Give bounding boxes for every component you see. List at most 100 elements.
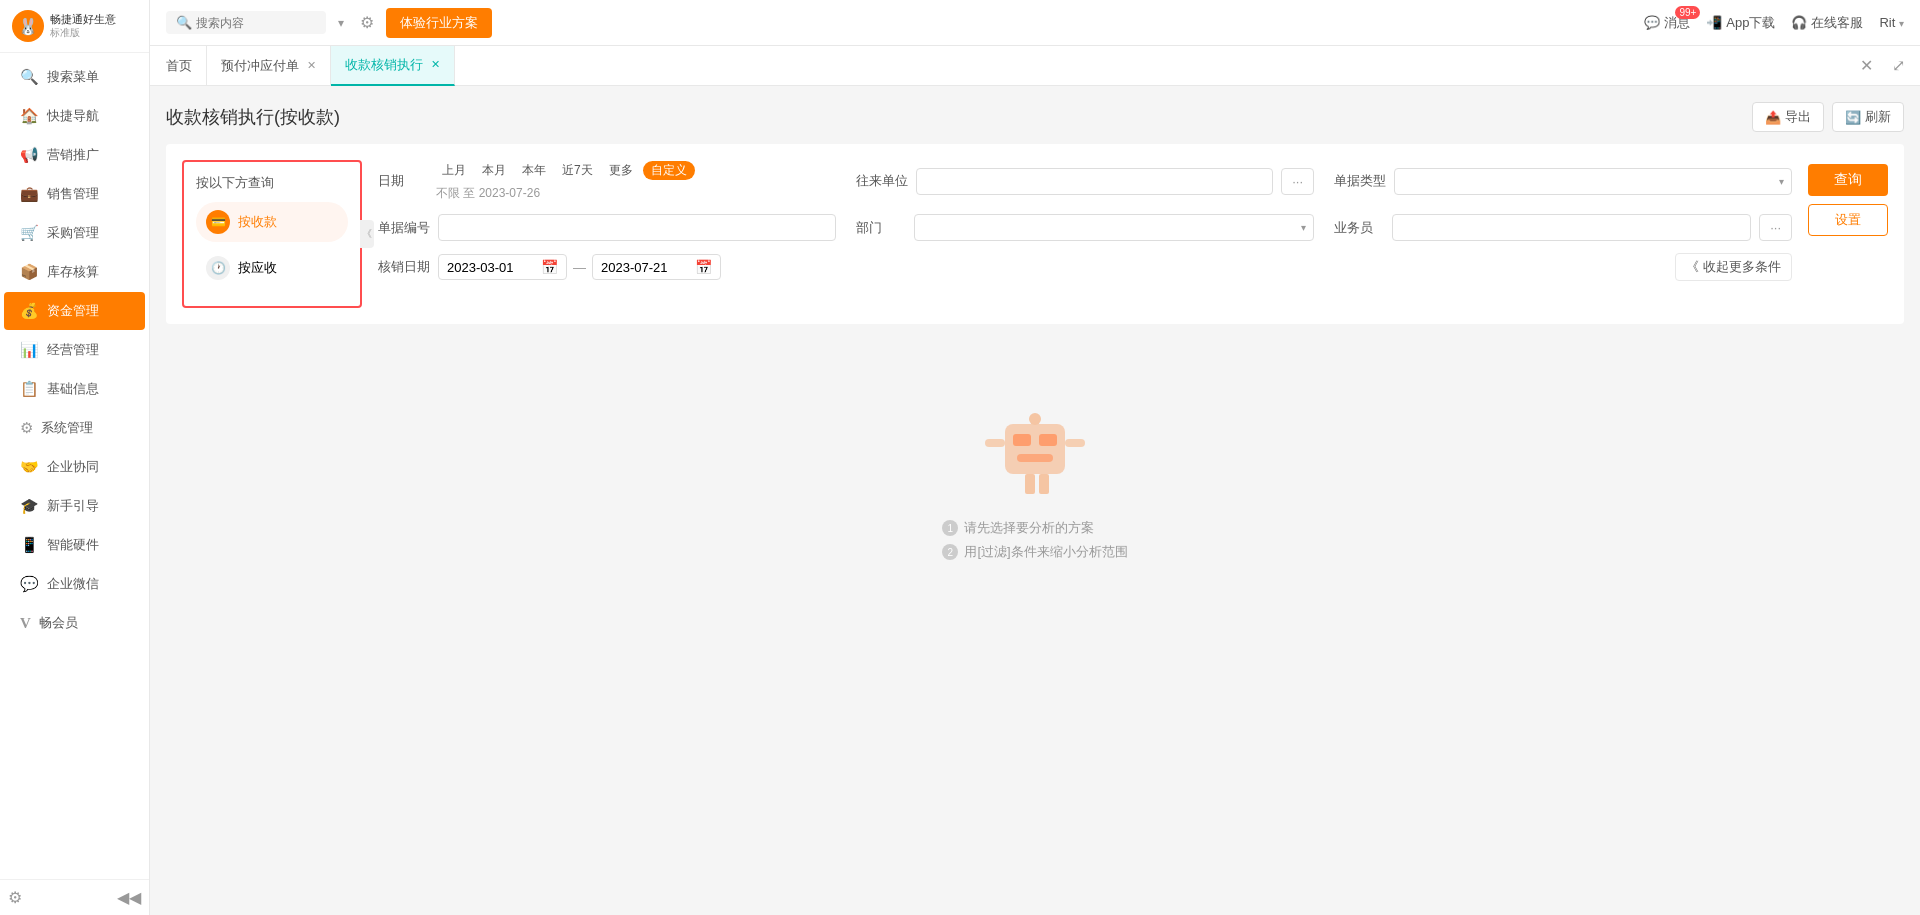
counterparty-label: 往来单位 (856, 172, 908, 190)
home-icon: 🏠 (20, 107, 39, 125)
system-icon: ⚙ (20, 419, 33, 437)
topbar-search-box[interactable]: 🔍 (166, 11, 326, 34)
empty-state-text: 1 请先选择要分析的方案 2 用[过滤]条件来缩小分析范围 (942, 519, 1127, 561)
filter-option-by-receivable[interactable]: 🕐 按应收 (196, 248, 348, 288)
filter-verify-date-field: 核销日期 📅 — 📅 (378, 254, 721, 280)
sidebar-item-label: 库存核算 (47, 263, 99, 281)
search-input[interactable] (196, 16, 316, 30)
filter-docnumber-field: 单据编号 (378, 214, 836, 241)
empty-state: 1 请先选择要分析的方案 2 用[过滤]条件来缩小分析范围 (166, 324, 1904, 641)
tab-collection[interactable]: 收款核销执行 ✕ (331, 46, 455, 86)
tab-close-prepay[interactable]: ✕ (307, 59, 316, 72)
tab-close-collection[interactable]: ✕ (431, 58, 440, 71)
verify-date-start-wrap: 📅 (438, 254, 567, 280)
calendar-end-icon[interactable]: 📅 (695, 259, 712, 275)
sidebar-item-label: 销售管理 (47, 185, 99, 203)
topbar-right: 💬 消息 99+ 📲 App下载 🎧 在线客服 Rit ▾ (1644, 14, 1904, 32)
sidebar-item-collab[interactable]: 🤝 企业协同 (4, 448, 145, 486)
finance-icon: 💰 (20, 302, 39, 320)
verify-date-start-input[interactable] (447, 260, 537, 275)
message-button[interactable]: 💬 消息 99+ (1644, 14, 1690, 32)
tab-label: 预付冲应付单 (221, 57, 299, 75)
docnumber-input[interactable] (438, 214, 836, 241)
svg-rect-1 (1013, 434, 1031, 446)
app-download-button[interactable]: 📲 App下载 (1706, 14, 1775, 32)
sidebar-item-search[interactable]: 🔍 搜索菜单 (4, 58, 145, 96)
verify-date-end-input[interactable] (601, 260, 691, 275)
doctype-select[interactable] (1394, 168, 1792, 195)
sidebar-item-member[interactable]: V 畅会员 (4, 604, 145, 642)
calendar-start-icon[interactable]: 📅 (541, 259, 558, 275)
svg-rect-9 (1065, 439, 1085, 447)
date-last-month[interactable]: 上月 (436, 160, 472, 181)
date-more[interactable]: 更多 (603, 160, 639, 181)
sidebar-item-hardware[interactable]: 📱 智能硬件 (4, 526, 145, 564)
sidebar-item-label: 智能硬件 (47, 536, 99, 554)
collapse-panel-button[interactable]: 《 (360, 220, 374, 248)
query-button[interactable]: 查询 (1808, 164, 1888, 196)
more-conditions-button[interactable]: 《 收起更多条件 (1675, 253, 1792, 281)
sidebar-item-marketing[interactable]: 📢 营销推广 (4, 136, 145, 174)
app-version: 标准版 (50, 26, 116, 40)
empty-num-2: 2 (942, 544, 958, 560)
topbar: 🔍 ▾ ⚙ 体验行业方案 💬 消息 99+ 📲 App下载 🎧 在线客服 Ri (150, 0, 1920, 46)
filter-row-3: 核销日期 📅 — 📅 (378, 253, 1792, 281)
sidebar: 🐰 畅捷通好生意 标准版 🔍 搜索菜单 🏠 快捷导航 📢 营销推广 💼 销售管理… (0, 0, 150, 915)
sidebar-item-system[interactable]: ⚙ 系统管理 (4, 409, 145, 447)
tab-home[interactable]: 首页 (158, 46, 207, 86)
salesperson-input[interactable] (1392, 214, 1751, 241)
receivable-icon: 🕐 (206, 256, 230, 280)
solution-button[interactable]: 体验行业方案 (386, 8, 492, 38)
collapse-sidebar-icon[interactable]: ◀◀ (117, 888, 141, 907)
svg-rect-8 (985, 439, 1005, 447)
close-tab-button[interactable]: ✕ (1852, 52, 1880, 80)
svg-rect-2 (1039, 434, 1057, 446)
logo-icon: 🐰 (12, 10, 44, 42)
sidebar-item-finance[interactable]: 💰 资金管理 (4, 292, 145, 330)
tab-prepay[interactable]: 预付冲应付单 ✕ (207, 46, 331, 86)
filter-option-by-receipt[interactable]: 💳 按收款 (196, 202, 348, 242)
tab-label: 首页 (166, 57, 192, 75)
date-this-month[interactable]: 本月 (476, 160, 512, 181)
salesperson-ellipsis-button[interactable]: ··· (1759, 214, 1792, 241)
refresh-button[interactable]: 🔄 刷新 (1832, 102, 1904, 132)
user-profile[interactable]: Rit ▾ (1879, 15, 1904, 30)
sidebar-item-wechat[interactable]: 💬 企业微信 (4, 565, 145, 603)
date-7days[interactable]: 近7天 (556, 160, 599, 181)
date-this-year[interactable]: 本年 (516, 160, 552, 181)
counterparty-ellipsis-button[interactable]: ··· (1281, 168, 1314, 195)
sidebar-item-guide[interactable]: 🎓 新手引导 (4, 487, 145, 525)
service-icon: 🎧 (1791, 15, 1807, 30)
sidebar-item-purchase[interactable]: 🛒 采购管理 (4, 214, 145, 252)
sidebar-item-label: 系统管理 (41, 419, 93, 437)
filter-panel-title: 按以下方查询 (196, 174, 348, 192)
sidebar-item-nav[interactable]: 🏠 快捷导航 (4, 97, 145, 135)
gear-icon[interactable]: ⚙ (360, 13, 374, 32)
sidebar-logo: 🐰 畅捷通好生意 标准版 (0, 0, 149, 53)
sidebar-item-label: 资金管理 (47, 302, 99, 320)
sidebar-item-label: 快捷导航 (47, 107, 99, 125)
sidebar-item-inventory[interactable]: 📦 库存核算 (4, 253, 145, 291)
filter-option-label: 按应收 (238, 259, 277, 277)
dept-select[interactable] (914, 214, 1314, 241)
main-content: 🔍 ▾ ⚙ 体验行业方案 💬 消息 99+ 📲 App下载 🎧 在线客服 Ri (150, 0, 1920, 915)
filter-salesperson-field: 业务员 ··· (1334, 214, 1792, 241)
sidebar-item-sales[interactable]: 💼 销售管理 (4, 175, 145, 213)
inventory-icon: 📦 (20, 263, 39, 281)
sidebar-item-operations[interactable]: 📊 经营管理 (4, 331, 145, 369)
date-custom-badge[interactable]: 自定义 (643, 161, 695, 180)
salesperson-label: 业务员 (1334, 219, 1384, 237)
chevron-down-icon[interactable]: ▾ (338, 16, 344, 30)
marketing-icon: 📢 (20, 146, 39, 164)
sidebar-menu: 🔍 搜索菜单 🏠 快捷导航 📢 营销推广 💼 销售管理 🛒 采购管理 📦 库存核… (0, 53, 149, 879)
filter-counterparty-field: 往来单位 ··· (856, 160, 1314, 202)
counterparty-input[interactable] (916, 168, 1273, 195)
sidebar-item-basics[interactable]: 📋 基础信息 (4, 370, 145, 408)
export-button[interactable]: 📤 导出 (1752, 102, 1824, 132)
filter-fields: 日期 上月 本月 本年 近7天 更多 自定义 不限 至 2023-07-26 (378, 160, 1792, 308)
verify-date-end-wrap: 📅 (592, 254, 721, 280)
online-service-button[interactable]: 🎧 在线客服 (1791, 14, 1863, 32)
filter-settings-button[interactable]: 设置 (1808, 204, 1888, 236)
expand-tab-button[interactable]: ⤢ (1884, 52, 1912, 80)
settings-footer-icon[interactable]: ⚙ (8, 888, 22, 907)
